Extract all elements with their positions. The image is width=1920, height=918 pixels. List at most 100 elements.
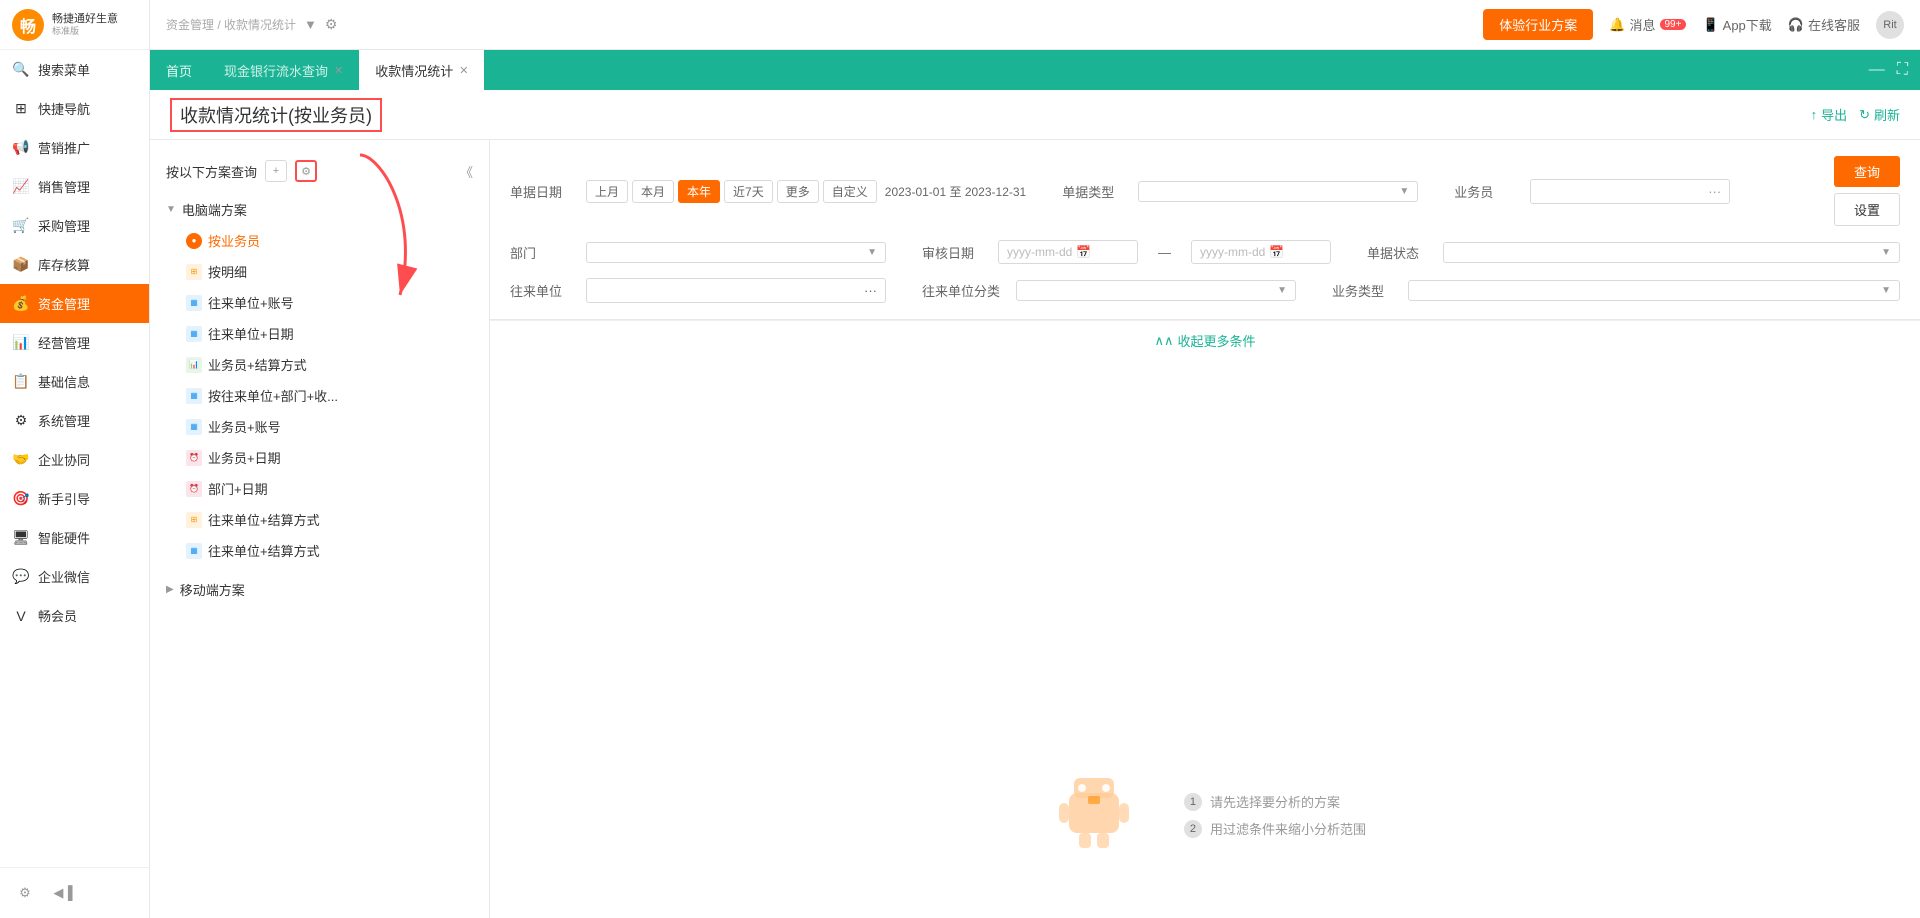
last-month-btn[interactable]: 上月 bbox=[586, 180, 628, 203]
logo-text: 畅捷通好生意 标准版 bbox=[52, 12, 118, 38]
filter-row-3: 往来单位 ··· 往来单位分类 ▼ 业务类型 ▼ bbox=[510, 278, 1900, 303]
sidebar-item-marketing[interactable]: 📢 营销推广 bbox=[0, 128, 149, 167]
partner-date-icon: ▦ bbox=[186, 326, 202, 342]
tree-item-by-salesman[interactable]: ● 按业务员 bbox=[150, 225, 489, 256]
doc-type-label: 单据类型 bbox=[1062, 182, 1122, 201]
breadcrumb-dropdown-icon[interactable]: ▼ bbox=[304, 17, 317, 32]
business-type-select[interactable]: ▼ bbox=[1408, 280, 1900, 301]
sidebar-item-finance[interactable]: 💰 资金管理 bbox=[0, 284, 149, 323]
tab-bar: 首页 现金银行流水查询 ✕ 收款情况统计 ✕ — ⛶ bbox=[150, 50, 1920, 90]
system-icon: ⚙ bbox=[12, 412, 30, 430]
dept-label: 部门 bbox=[510, 243, 570, 262]
review-date-to[interactable]: yyyy-mm-dd 📅 bbox=[1191, 240, 1331, 264]
sidebar-item-system[interactable]: ⚙ 系统管理 bbox=[0, 401, 149, 440]
tree-mobile-parent[interactable]: ▶ 移动端方案 bbox=[150, 574, 489, 605]
dept-select[interactable]: ▼ bbox=[586, 242, 886, 263]
tree-item-partner-account[interactable]: ▦ 往来单位+账号 bbox=[150, 287, 489, 318]
sidebar: 畅 畅捷通好生意 标准版 🔍 搜索菜单 ⊞ 快捷导航 📢 营销推广 📈 销售管理… bbox=[0, 0, 150, 918]
tree-desktop-parent[interactable]: ▼ 电脑端方案 bbox=[150, 194, 489, 225]
dept-dropdown-icon: ▼ bbox=[867, 247, 877, 258]
notification-icon: 🔔 bbox=[1609, 17, 1625, 33]
scheme-settings-btn[interactable]: ⚙ bbox=[295, 160, 317, 182]
sidebar-item-purchase[interactable]: 🛒 采购管理 bbox=[0, 206, 149, 245]
doc-status-select[interactable]: ▼ bbox=[1443, 242, 1900, 263]
tab-bank-flow[interactable]: 现金银行流水查询 ✕ bbox=[208, 50, 359, 90]
doc-status-dropdown-icon: ▼ bbox=[1881, 247, 1891, 258]
tree-item-partner-dept[interactable]: ▦ 按往来单位+部门+收... bbox=[150, 380, 489, 411]
online-service-btn[interactable]: 🎧 在线客服 bbox=[1788, 15, 1860, 34]
sidebar-item-hardware[interactable]: 🖥 智能硬件 bbox=[0, 518, 149, 557]
last-7days-btn[interactable]: 近7天 bbox=[724, 180, 773, 203]
app-download-btn[interactable]: 📱 App下载 bbox=[1702, 15, 1771, 34]
page-title-bar: 收款情况统计(按业务员) ↑ 导出 ↻ 刷新 bbox=[150, 90, 1920, 140]
refresh-btn[interactable]: ↻ 刷新 bbox=[1859, 105, 1900, 124]
tree-item-salesman-account[interactable]: ▦ 业务员+账号 bbox=[150, 411, 489, 442]
review-date-from[interactable]: yyyy-mm-dd 📅 bbox=[998, 240, 1138, 264]
sidebar-item-guide[interactable]: 🎯 新手引导 bbox=[0, 479, 149, 518]
collapse-sidebar-btn[interactable]: ◀▐ bbox=[48, 878, 78, 908]
partner-category-select[interactable]: ▼ bbox=[1016, 280, 1296, 301]
sidebar-logo: 畅 畅捷通好生意 标准版 bbox=[0, 0, 149, 50]
notification-badge: 99+ bbox=[1660, 19, 1687, 30]
export-btn[interactable]: ↑ 导出 bbox=[1811, 105, 1848, 124]
sidebar-nav: ⊞ 快捷导航 📢 营销推广 📈 销售管理 🛒 采购管理 📦 库存核算 💰 资金管… bbox=[0, 89, 149, 867]
review-date-label: 审核日期 bbox=[922, 243, 982, 262]
panel-collapse-btn[interactable]: 《 bbox=[460, 162, 473, 181]
sidebar-item-member[interactable]: V 畅会员 bbox=[0, 596, 149, 635]
tree-item-partner-date[interactable]: ▦ 往来单位+日期 bbox=[150, 318, 489, 349]
search-icon: 🔍 bbox=[12, 61, 30, 79]
salesman-account-icon: ▦ bbox=[186, 419, 202, 435]
salesman-scheme-icon: ● bbox=[186, 233, 202, 249]
tab-bank-flow-close[interactable]: ✕ bbox=[334, 64, 343, 77]
tree-item-dept-date[interactable]: ⏰ 部门+日期 bbox=[150, 473, 489, 504]
sidebar-item-inventory[interactable]: 📦 库存核算 bbox=[0, 245, 149, 284]
sidebar-item-operation[interactable]: 📊 经营管理 bbox=[0, 323, 149, 362]
tab-receivable-stats-close[interactable]: ✕ bbox=[459, 64, 468, 77]
salesman-select[interactable]: ··· bbox=[1530, 179, 1730, 204]
sidebar-footer: ⚙ ◀▐ bbox=[0, 867, 149, 918]
tip-num-1: 1 bbox=[1184, 793, 1202, 811]
export-icon: ↑ bbox=[1811, 107, 1818, 122]
empty-robot-illustration bbox=[1044, 758, 1144, 858]
left-panel: 按以下方案查询 + ⚙ 《 ▼ 电脑端方案 ● 按业 bbox=[150, 140, 490, 918]
tab-minimize-btn[interactable]: — bbox=[1869, 61, 1885, 79]
tree-item-salesman-date[interactable]: ⏰ 业务员+日期 bbox=[150, 442, 489, 473]
sidebar-item-sales[interactable]: 📈 销售管理 bbox=[0, 167, 149, 206]
tab-receivable-stats[interactable]: 收款情况统计 ✕ bbox=[359, 50, 484, 90]
sidebar-item-wechat[interactable]: 💬 企业微信 bbox=[0, 557, 149, 596]
settings-button[interactable]: 设置 bbox=[1834, 193, 1900, 226]
tree-item-salesman-payment[interactable]: 📊 业务员+结算方式 bbox=[150, 349, 489, 380]
left-panel-title: 按以下方案查询 bbox=[166, 162, 257, 181]
detail-scheme-icon: ⊞ bbox=[186, 264, 202, 280]
purchase-icon: 🛒 bbox=[12, 217, 30, 235]
tree-item-partner-payment2[interactable]: ▦ 往来单位+结算方式 bbox=[150, 535, 489, 566]
add-scheme-btn[interactable]: + bbox=[265, 160, 287, 182]
date-range-text: 2023-01-01 至 2023-12-31 bbox=[885, 183, 1026, 200]
tree-item-by-detail[interactable]: ⊞ 按明细 bbox=[150, 256, 489, 287]
tab-maximize-btn[interactable]: ⛶ bbox=[1897, 61, 1908, 79]
search-menu-item[interactable]: 🔍 搜索菜单 bbox=[0, 50, 149, 89]
header-actions: 体验行业方案 🔔 消息 99+ 📱 App下载 🎧 在线客服 Rit bbox=[1483, 9, 1904, 40]
date-separator: — bbox=[1158, 245, 1171, 260]
partner-select[interactable]: ··· bbox=[586, 278, 886, 303]
this-year-btn[interactable]: 本年 bbox=[678, 180, 720, 203]
filter-row-2: 部门 ▼ 审核日期 yyyy-mm-dd 📅 — yyyy-mm-dd bbox=[510, 240, 1900, 264]
partner-category-label: 往来单位分类 bbox=[922, 281, 1000, 300]
sidebar-item-quick-nav[interactable]: ⊞ 快捷导航 bbox=[0, 89, 149, 128]
more-date-btn[interactable]: 更多 bbox=[777, 180, 819, 203]
user-avatar[interactable]: Rit bbox=[1876, 11, 1904, 39]
settings-footer-btn[interactable]: ⚙ bbox=[10, 878, 40, 908]
sidebar-item-enterprise[interactable]: 🤝 企业协同 bbox=[0, 440, 149, 479]
header-settings-icon[interactable]: ⚙ bbox=[325, 16, 338, 33]
tab-home[interactable]: 首页 bbox=[150, 50, 208, 90]
sidebar-item-basic[interactable]: 📋 基础信息 bbox=[0, 362, 149, 401]
this-month-btn[interactable]: 本月 bbox=[632, 180, 674, 203]
trial-button[interactable]: 体验行业方案 bbox=[1483, 9, 1593, 40]
tree-item-partner-payment1[interactable]: ⊞ 往来单位+结算方式 bbox=[150, 504, 489, 535]
doc-type-select[interactable]: ▼ bbox=[1138, 181, 1418, 202]
notification-btn[interactable]: 🔔 消息 99+ bbox=[1609, 15, 1686, 34]
custom-date-btn[interactable]: 自定义 bbox=[823, 180, 877, 203]
collapse-bar[interactable]: ∧∧ 收起更多条件 bbox=[490, 320, 1920, 360]
partner-dots-btn[interactable]: ··· bbox=[864, 283, 877, 298]
query-button[interactable]: 查询 bbox=[1834, 156, 1900, 187]
